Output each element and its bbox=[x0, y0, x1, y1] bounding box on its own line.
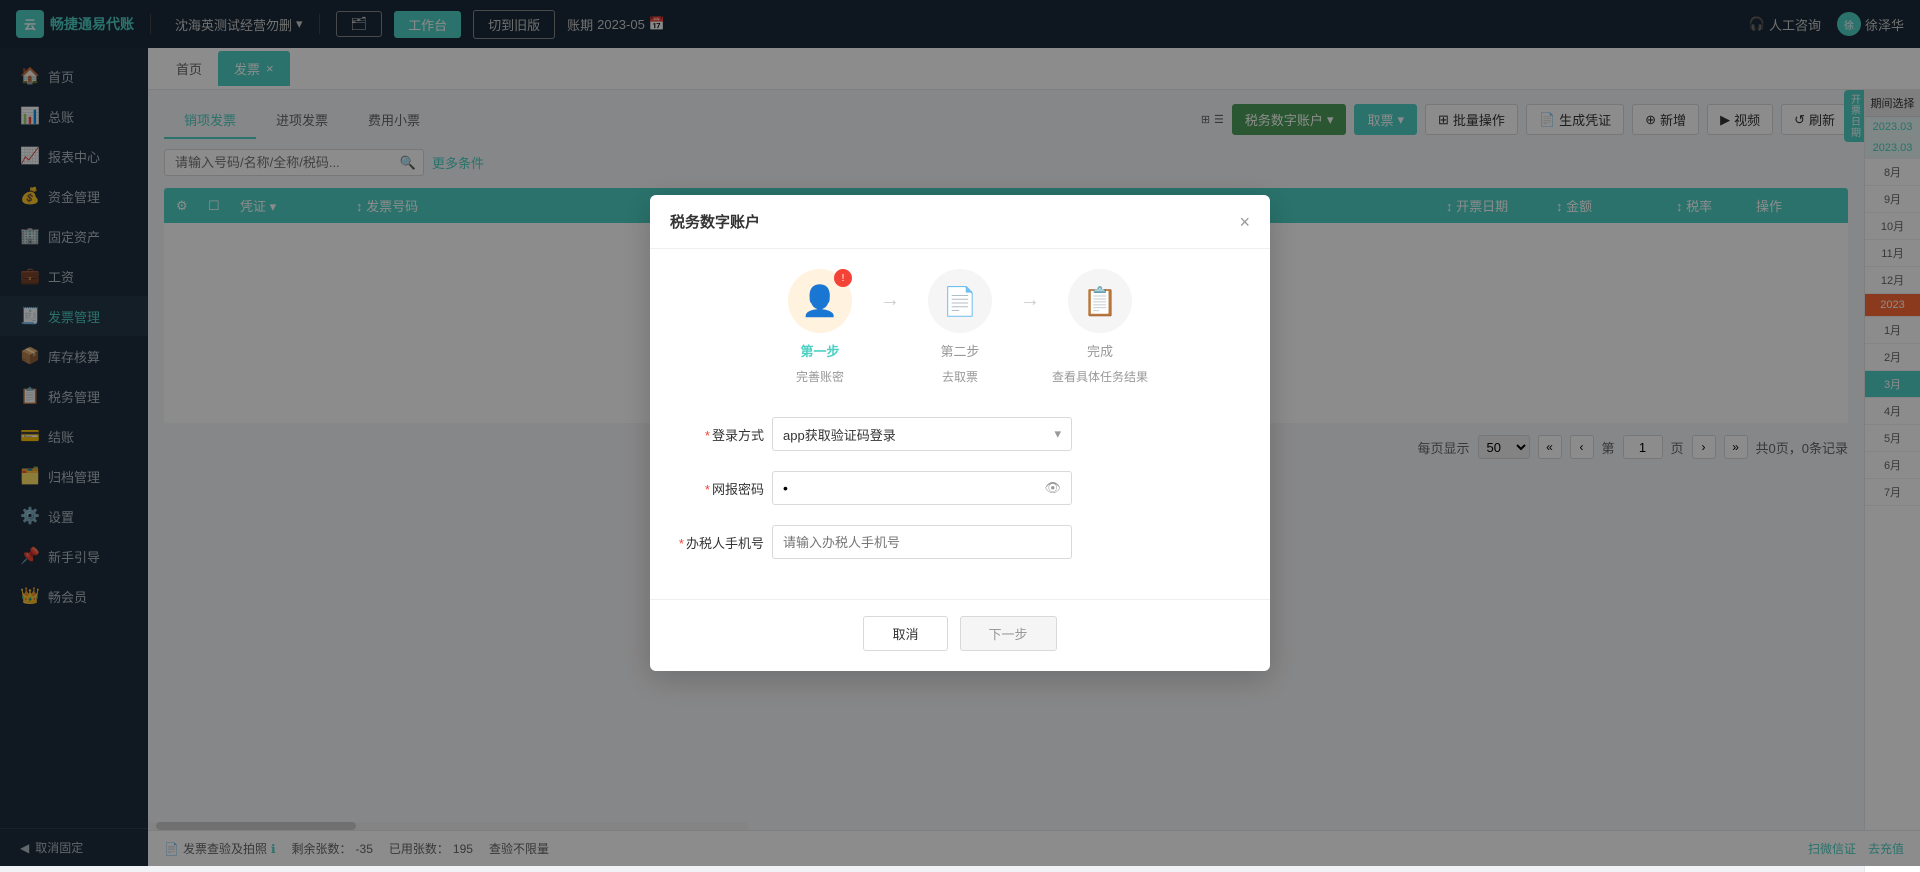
modal-dialog: 税务数字账户 × 👤 ! 第一步 完善账密 → bbox=[650, 195, 1270, 671]
password-field[interactable]: 👁 bbox=[772, 471, 1072, 505]
modal-footer: 取消 下一步 bbox=[650, 599, 1270, 671]
login-method-row: *登录方式 app获取验证码登录 ▾ bbox=[674, 417, 1246, 451]
step-1-badge: ! bbox=[834, 269, 852, 287]
arrow-1: → bbox=[880, 289, 900, 312]
step-1-icon: 👤 ! bbox=[788, 269, 852, 333]
step-3-desc: 查看具体任务结果 bbox=[1052, 368, 1148, 385]
phone-label: *办税人手机号 bbox=[674, 533, 764, 552]
password-toggle-icon[interactable]: 👁 bbox=[1044, 480, 1061, 496]
step-1: 👤 ! 第一步 完善账密 bbox=[760, 269, 880, 385]
modal-close-button[interactable]: × bbox=[1239, 213, 1250, 231]
next-button[interactable]: 下一步 bbox=[960, 616, 1057, 651]
step-2-icon: 📄 bbox=[928, 269, 992, 333]
step-1-desc: 完善账密 bbox=[796, 368, 844, 385]
step-2-desc: 去取票 bbox=[942, 368, 978, 385]
login-method-select[interactable]: app获取验证码登录 ▾ bbox=[772, 417, 1072, 451]
step-3: 📋 完成 查看具体任务结果 bbox=[1040, 269, 1160, 385]
modal-title: 税务数字账户 bbox=[670, 211, 760, 232]
phone-row: *办税人手机号 bbox=[674, 525, 1246, 559]
step-3-icon: 📋 bbox=[1068, 269, 1132, 333]
cancel-button[interactable]: 取消 bbox=[863, 616, 947, 651]
arrow-2: → bbox=[1020, 289, 1040, 312]
step-3-label: 完成 bbox=[1087, 341, 1113, 360]
step-2: 📄 第二步 去取票 bbox=[900, 269, 1020, 385]
steps-container: 👤 ! 第一步 完善账密 → 📄 第二步 去取票 → bbox=[674, 269, 1246, 385]
password-label: *网报密码 bbox=[674, 479, 764, 498]
modal-form: *登录方式 app获取验证码登录 ▾ *网报密码 👁 bbox=[674, 417, 1246, 559]
select-dropdown-icon: ▾ bbox=[1054, 426, 1061, 442]
password-input[interactable] bbox=[783, 480, 1044, 496]
modal-header: 税务数字账户 × bbox=[650, 195, 1270, 249]
step-1-label: 第一步 bbox=[800, 341, 839, 360]
modal-body: 👤 ! 第一步 完善账密 → 📄 第二步 去取票 → bbox=[650, 249, 1270, 599]
password-row: *网报密码 👁 bbox=[674, 471, 1246, 505]
step-3-emoji: 📋 bbox=[1083, 285, 1118, 318]
phone-input[interactable] bbox=[772, 525, 1072, 559]
step-2-emoji: 📄 bbox=[943, 285, 978, 318]
login-method-label: *登录方式 bbox=[674, 425, 764, 444]
step-1-emoji: 👤 bbox=[801, 284, 838, 319]
modal-overlay: 税务数字账户 × 👤 ! 第一步 完善账密 → bbox=[0, 0, 1920, 866]
login-method-value: app获取验证码登录 bbox=[783, 425, 1054, 444]
step-2-label: 第二步 bbox=[940, 341, 979, 360]
